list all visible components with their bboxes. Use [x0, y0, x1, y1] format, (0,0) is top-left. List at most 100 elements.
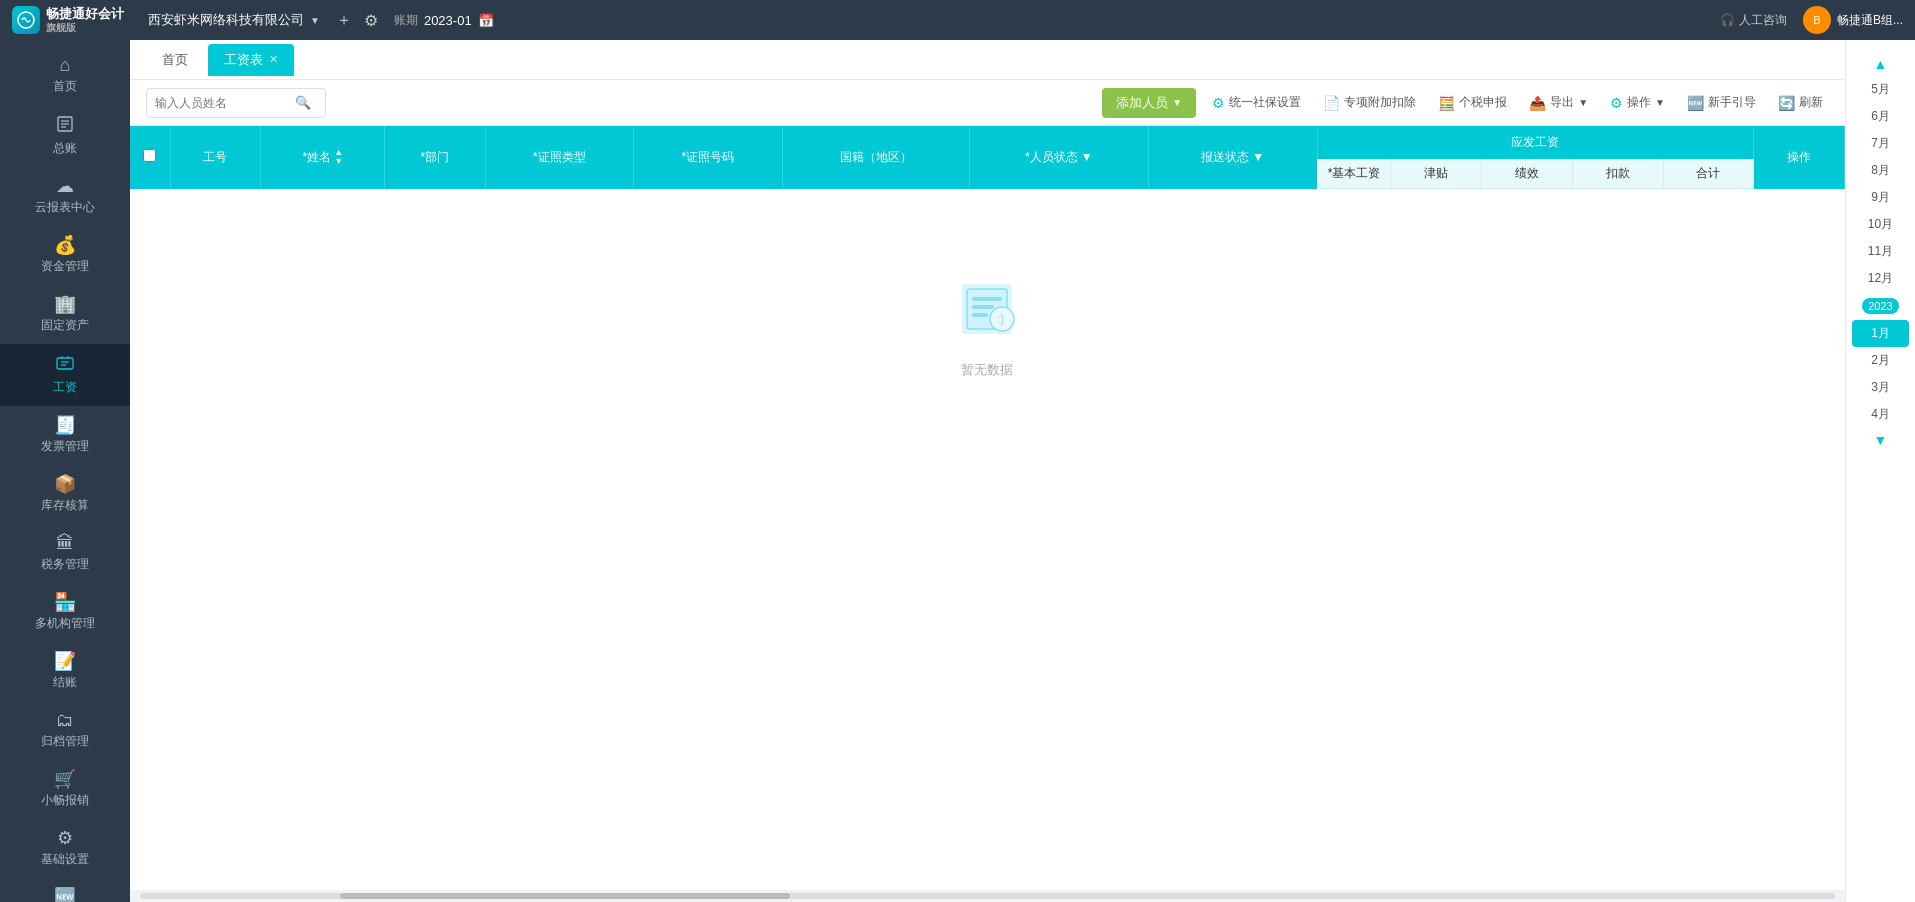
settings-icon[interactable]: ⚙ [364, 11, 378, 30]
mp-month-4[interactable]: 4月 [1846, 401, 1915, 428]
period-calendar-icon[interactable]: 📅 [478, 13, 494, 28]
mp-month-11[interactable]: 11月 [1846, 238, 1915, 265]
tab-close-icon[interactable]: ✕ [269, 53, 278, 66]
sidebar-item-settle[interactable]: 📝 结账 [0, 642, 130, 701]
sidebar-item-expense[interactable]: 🛒 小畅报销 [0, 760, 130, 819]
tab-home-label: 首页 [162, 51, 188, 69]
mp-down-arrow[interactable]: ▼ [1874, 428, 1888, 452]
sidebar-item-tax[interactable]: 🏛 税务管理 [0, 524, 130, 583]
refresh-icon: 🔄 [1778, 95, 1795, 111]
th-id-type: *证照类型 [485, 126, 634, 189]
company-selector[interactable]: 西安虾米网络科技有限公司 ▼ [148, 11, 320, 29]
horizontal-scrollbar[interactable] [140, 893, 1835, 899]
sidebar-item-settings[interactable]: ⚙ 基础设置 [0, 819, 130, 878]
assets-icon: 🏢 [54, 295, 76, 313]
select-all-checkbox[interactable] [143, 149, 156, 162]
mp-month-12[interactable]: 12月 [1846, 265, 1915, 292]
company-name: 西安虾米网络科技有限公司 [148, 11, 304, 29]
content-area: 首页 工资表 ✕ 🔍 添加人员 ▼ ⚙ 统一社保设置 📄 [130, 40, 1845, 902]
sidebar-item-home[interactable]: ⌂ 首页 [0, 46, 130, 105]
th-name[interactable]: *姓名 ▲▼ [261, 126, 385, 189]
th-performance: 绩效 [1482, 159, 1573, 189]
new-guide-action[interactable]: 🆕 新手引导 [1681, 88, 1762, 118]
operation-action[interactable]: ⚙ 操作 ▼ [1604, 88, 1671, 118]
tax-icon: 🏛 [56, 534, 74, 552]
headset-icon: 🎧 [1720, 13, 1735, 27]
th-dept: *部门 [385, 126, 485, 189]
empty-text: 暂无数据 [961, 361, 1013, 379]
sidebar-item-report[interactable]: ☁ 云报表中心 [0, 167, 130, 226]
mp-month-3[interactable]: 3月 [1846, 374, 1915, 401]
empty-state-cell: :) 暂无数据 [130, 189, 1845, 460]
status-filter-icon[interactable]: ▼ [1081, 150, 1093, 164]
add-icon[interactable]: ＋ [336, 10, 352, 31]
report-status-filter-icon[interactable]: ▼ [1252, 150, 1264, 164]
mp-month-9[interactable]: 9月 [1846, 184, 1915, 211]
archive-icon: 🗂 [56, 711, 74, 729]
mp-month-7[interactable]: 7月 [1846, 130, 1915, 157]
header-icons: ＋ ⚙ [336, 10, 378, 31]
ledger-icon [56, 115, 74, 136]
mp-month-1[interactable]: 1月 [1852, 320, 1909, 347]
mp-up-arrow[interactable]: ▲ [1874, 52, 1888, 76]
add-person-label: 添加人员 [1116, 94, 1168, 112]
mp-month-5[interactable]: 5月 [1846, 76, 1915, 103]
sidebar-item-payroll[interactable]: 工资 [0, 344, 130, 406]
sidebar-item-inventory[interactable]: 📦 库存核算 [0, 465, 130, 524]
mp-month-2[interactable]: 2月 [1846, 347, 1915, 374]
export-action[interactable]: 📤 导出 ▼ [1523, 88, 1594, 118]
toolbar: 🔍 添加人员 ▼ ⚙ 统一社保设置 📄 专项附加扣除 🧮 个税申报 📤 导出 [130, 80, 1845, 126]
svg-text::): :) [997, 312, 1004, 326]
operation-dropdown-icon: ▼ [1655, 97, 1665, 108]
name-sort-icon: ▲▼ [334, 148, 343, 166]
empty-state: :) 暂无数据 [130, 189, 1845, 459]
th-emp-no: 工号 [170, 126, 261, 189]
tab-payroll-table[interactable]: 工资表 ✕ [208, 44, 294, 76]
sidebar-item-guide[interactable]: 🆕 新手引导 [0, 878, 130, 902]
special-deduction-action[interactable]: 📄 专项附加扣除 [1317, 88, 1422, 118]
human-service-btn[interactable]: 🎧 人工咨询 [1720, 12, 1787, 29]
export-icon: 📤 [1529, 95, 1546, 111]
social-security-action[interactable]: ⚙ 统一社保设置 [1206, 88, 1307, 118]
sidebar-item-multiorg[interactable]: 🏪 多机构管理 [0, 583, 130, 642]
logo-area: 畅捷通好会计 旗舰版 [12, 6, 132, 34]
sidebar-item-archive[interactable]: 🗂 归档管理 [0, 701, 130, 760]
th-checkbox [130, 126, 170, 189]
mp-year-badge[interactable]: 2023 [1862, 298, 1898, 314]
scrollbar-area [130, 890, 1845, 902]
search-input[interactable] [155, 96, 295, 110]
inventory-icon: 📦 [54, 475, 76, 493]
tab-payroll-label: 工资表 [224, 51, 263, 69]
sidebar-item-ledger[interactable]: 总账 [0, 105, 130, 167]
logo-text: 畅捷通好会计 旗舰版 [46, 6, 124, 34]
svg-rect-12 [972, 313, 988, 317]
mp-month-10[interactable]: 10月 [1846, 211, 1915, 238]
th-id-no: *证照号码 [634, 126, 783, 189]
user-avatar: B [1803, 6, 1831, 34]
tab-home[interactable]: 首页 [146, 44, 204, 76]
add-person-dropdown-icon: ▼ [1172, 97, 1182, 108]
personal-tax-action[interactable]: 🧮 个税申报 [1432, 88, 1513, 118]
th-deduction: 扣款 [1572, 159, 1663, 189]
main-layout: ⌂ 首页 总账 ☁ 云报表中心 💰 资金管理 🏢 固定资产 [0, 40, 1915, 902]
period-area: 账期 2023-01 📅 [394, 12, 494, 29]
add-person-button[interactable]: 添加人员 ▼ [1102, 88, 1196, 118]
search-icon[interactable]: 🔍 [295, 95, 311, 110]
month-picker-panel: ▲ 5月 6月 7月 8月 9月 10月 11月 12月 2023 1月 2月 … [1845, 40, 1915, 902]
scrollbar-thumb[interactable] [340, 893, 790, 899]
settle-icon: 📝 [54, 652, 76, 670]
sidebar-item-funds[interactable]: 💰 资金管理 [0, 226, 130, 285]
user-button[interactable]: B 畅捷通B组... [1803, 6, 1903, 34]
settings-nav-icon: ⚙ [57, 829, 73, 847]
mp-month-6[interactable]: 6月 [1846, 103, 1915, 130]
personal-tax-icon: 🧮 [1438, 95, 1455, 111]
sidebar-item-invoice[interactable]: 🧾 发票管理 [0, 406, 130, 465]
mp-month-8[interactable]: 8月 [1846, 157, 1915, 184]
refresh-action[interactable]: 🔄 刷新 [1772, 88, 1829, 118]
svg-rect-5 [57, 358, 73, 369]
sidebar-item-assets[interactable]: 🏢 固定资产 [0, 285, 130, 344]
multiorg-icon: 🏪 [54, 593, 76, 611]
special-deduction-icon: 📄 [1323, 95, 1340, 111]
app-logo-icon [12, 6, 40, 34]
company-dropdown-icon: ▼ [310, 15, 320, 26]
